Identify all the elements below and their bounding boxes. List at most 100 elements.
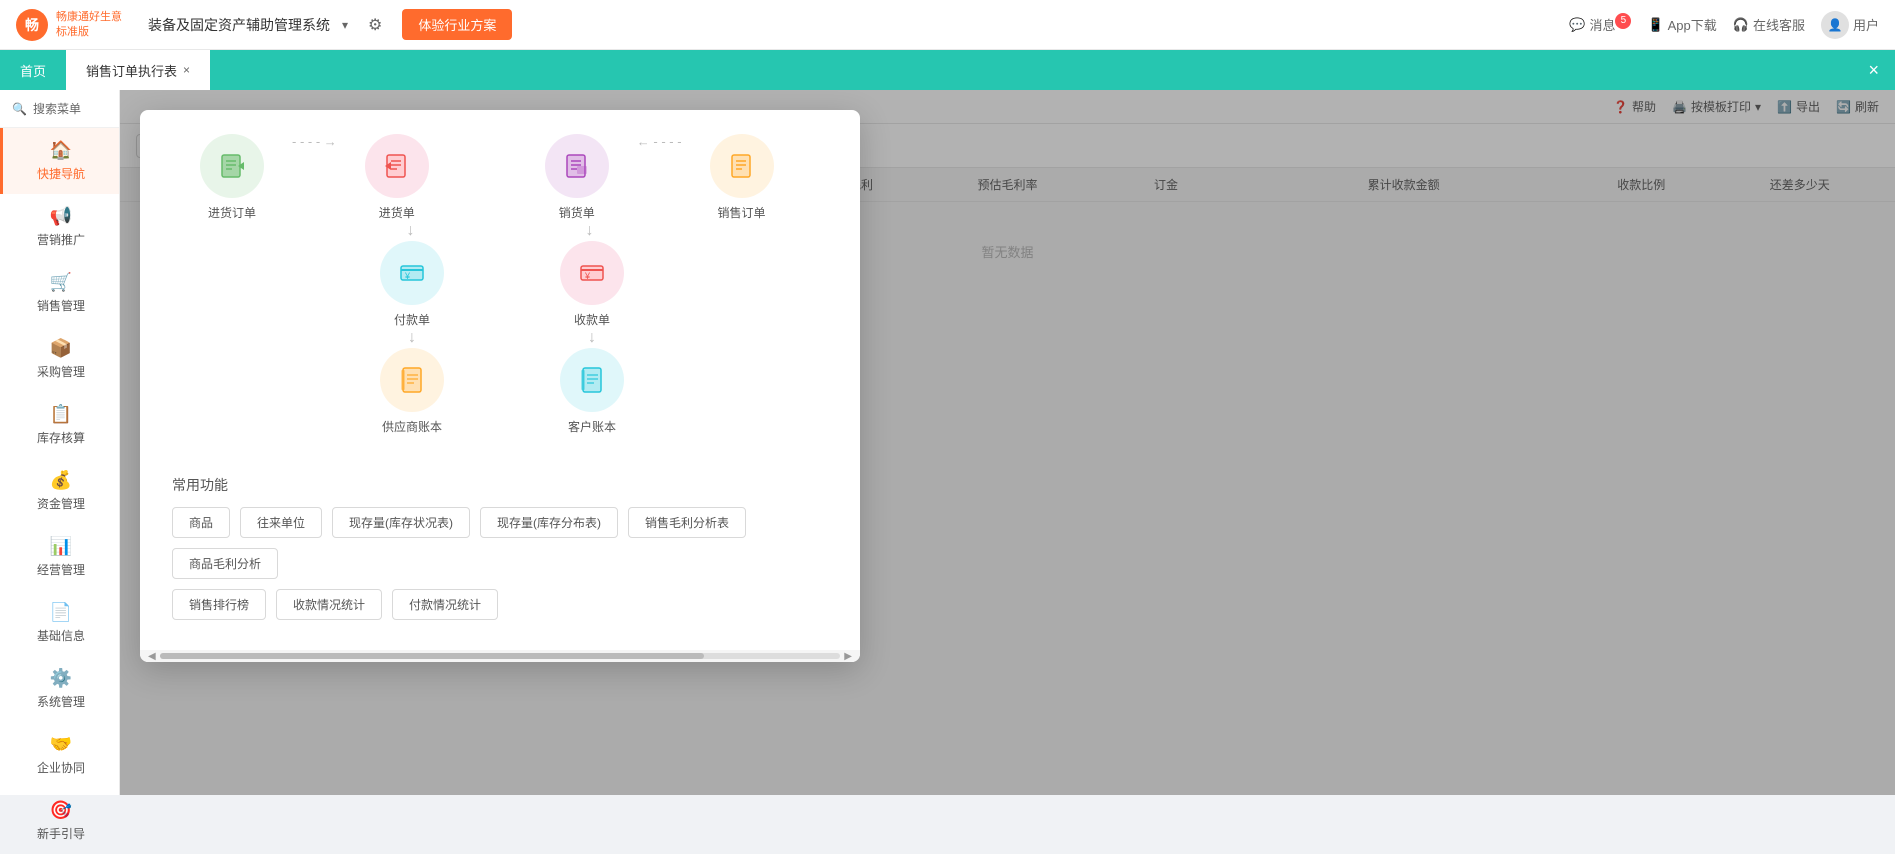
message-badge: 5 xyxy=(1615,13,1631,29)
system-title: 装备及固定资产辅助管理系统 xyxy=(148,15,330,35)
svg-text:¥: ¥ xyxy=(404,271,411,281)
window-close-icon[interactable]: × xyxy=(1868,60,1879,81)
management-icon: 📊 xyxy=(50,536,72,557)
arrow-row-2: ↓ ↓ xyxy=(172,221,828,241)
arrow-down-receipt: ↓ xyxy=(532,330,652,346)
scrollbar-track xyxy=(160,653,841,659)
func-btn-stock-status[interactable]: 现存量(库存状况表) xyxy=(332,507,470,538)
modal-overlay: 进货订单 - - - - → 进货单 xyxy=(120,90,1895,795)
online-service-button[interactable]: 🎧 在线客服 xyxy=(1733,15,1805,34)
supplier-ledger-label: 供应商账本 xyxy=(382,418,442,435)
svg-text:¥: ¥ xyxy=(584,271,591,281)
purchase-order-label: 进货订单 xyxy=(208,204,256,221)
purchase-icon-circle xyxy=(365,134,429,198)
arrow-1: - - - - → xyxy=(292,134,337,173)
sidebar-item-system[interactable]: ⚙️ 系统管理 xyxy=(0,656,119,722)
sidebar-item-marketing[interactable]: 📢 营销推广 xyxy=(0,194,119,260)
purchase-label: 进货单 xyxy=(379,204,415,221)
trial-button[interactable]: 体验行业方案 xyxy=(402,9,512,40)
message-button[interactable]: 💬 消息 5 xyxy=(1569,15,1631,34)
func-btn-product[interactable]: 商品 xyxy=(172,507,230,538)
purchase-icon: 📦 xyxy=(50,338,72,359)
logo-area: 畅 畅康通好生意 标准版 xyxy=(16,9,136,41)
flow-node-sales-order[interactable]: 销售订单 xyxy=(682,134,802,221)
func-btn-sales-rank[interactable]: 销售排行榜 xyxy=(172,589,266,620)
quick-navigation-modal: 进货订单 - - - - → 进货单 xyxy=(140,110,860,662)
sidebar-item-guide[interactable]: 🎯 新手引导 xyxy=(0,788,119,854)
modal-scrollbar[interactable]: ◀ ▶ xyxy=(140,650,860,662)
sidebar-item-inventory[interactable]: 📋 库存核算 xyxy=(0,392,119,458)
logo-icon: 畅 xyxy=(16,9,48,41)
flow-node-supplier-ledger[interactable]: 供应商账本 xyxy=(352,348,472,435)
flow-node-sales[interactable]: 销货单 xyxy=(517,134,637,221)
scroll-left-icon[interactable]: ◀ xyxy=(144,651,160,662)
tab-sales-order[interactable]: 销售订单执行表 × xyxy=(66,50,210,90)
func-btn-receipt-stats[interactable]: 收款情况统计 xyxy=(276,589,382,620)
collaboration-icon: 🤝 xyxy=(50,734,72,755)
marketing-icon: 📢 xyxy=(50,206,72,227)
app-download-button[interactable]: 📱 App下载 xyxy=(1647,15,1716,34)
receipt-icon-circle: ¥ xyxy=(560,241,624,305)
inventory-icon: 📋 xyxy=(50,404,72,425)
supplier-ledger-icon xyxy=(380,348,444,412)
scrollbar-thumb xyxy=(160,653,704,659)
scroll-right-icon[interactable]: ▶ xyxy=(840,651,856,662)
user-menu[interactable]: 👤 用户 xyxy=(1821,11,1879,39)
sales-order-icon-circle xyxy=(710,134,774,198)
customer-ledger-label: 客户账本 xyxy=(568,418,616,435)
avatar: 👤 xyxy=(1821,11,1849,39)
func-buttons-row-2: 销售排行榜 收款情况统计 付款情况统计 xyxy=(172,589,828,620)
sales-label: 销货单 xyxy=(559,204,595,221)
settings-icon[interactable]: ⚙ xyxy=(368,15,382,35)
sidebar-item-collaboration[interactable]: 🤝 企业协同 xyxy=(0,722,119,788)
sidebar: 🔍 搜索菜单 🏠 快捷导航 📢 营销推广 🛒 销售管理 📦 采购管理 📋 库存核… xyxy=(0,90,120,795)
flow-node-purchase-order[interactable]: 进货订单 xyxy=(172,134,292,221)
search-icon: 🔍 xyxy=(12,102,27,116)
flow-row-2: ¥ 付款单 ¥ 收款单 xyxy=(172,241,828,328)
common-functions-title: 常用功能 xyxy=(172,475,828,495)
modal-content: 进货订单 - - - - → 进货单 xyxy=(140,110,860,475)
system-icon: ⚙️ xyxy=(50,668,72,689)
payment-icon-circle: ¥ xyxy=(380,241,444,305)
arrow-down-sales: ↓ xyxy=(530,223,649,239)
sales-icon: 🛒 xyxy=(50,272,72,293)
finance-icon: 💰 xyxy=(50,470,72,491)
sidebar-item-purchase[interactable]: 📦 采购管理 xyxy=(0,326,119,392)
sidebar-item-management[interactable]: 📊 经营管理 xyxy=(0,524,119,590)
sidebar-item-basic-info[interactable]: 📄 基础信息 xyxy=(0,590,119,656)
chevron-down-icon: ▾ xyxy=(342,18,348,32)
headset-icon: 🎧 xyxy=(1733,17,1749,33)
flow-node-payment[interactable]: ¥ 付款单 xyxy=(352,241,472,328)
sidebar-item-home[interactable]: 🏠 快捷导航 xyxy=(0,128,119,194)
home-icon: 🏠 xyxy=(50,140,72,161)
tab-close-icon[interactable]: × xyxy=(183,63,190,77)
purchase-order-icon xyxy=(200,134,264,198)
sales-order-label: 销售订单 xyxy=(718,204,766,221)
tab-bar: 首页 销售订单执行表 × × xyxy=(0,50,1895,90)
flow-node-purchase[interactable]: 进货单 xyxy=(337,134,457,221)
top-bar: 畅 畅康通好生意 标准版 装备及固定资产辅助管理系统 ▾ ⚙ 体验行业方案 💬 … xyxy=(0,0,1895,50)
arrow-down-payment: ↓ xyxy=(352,330,472,346)
flow-node-customer-ledger[interactable]: 客户账本 xyxy=(532,348,652,435)
func-btn-partner[interactable]: 往来单位 xyxy=(240,507,322,538)
flow-node-receipt[interactable]: ¥ 收款单 xyxy=(532,241,652,328)
func-btn-product-margin[interactable]: 商品毛利分析 xyxy=(172,548,278,579)
content-area: ❓ 帮助 🖨️ 按模板打印 ▾ ⬆️ 导出 🔄 刷新 xyxy=(120,90,1895,795)
arrow-down-purchase: ↓ xyxy=(351,223,470,239)
receipt-label: 收款单 xyxy=(574,311,610,328)
message-icon: 💬 xyxy=(1569,17,1585,33)
guide-icon: 🎯 xyxy=(50,800,72,821)
customer-ledger-icon xyxy=(560,348,624,412)
system-dropdown[interactable]: ▾ xyxy=(342,18,348,32)
func-btn-stock-dist[interactable]: 现存量(库存分布表) xyxy=(480,507,618,538)
sidebar-item-sales[interactable]: 🛒 销售管理 xyxy=(0,260,119,326)
tab-home[interactable]: 首页 xyxy=(0,50,66,90)
func-btn-sales-margin[interactable]: 销售毛利分析表 xyxy=(628,507,746,538)
mobile-icon: 📱 xyxy=(1647,17,1663,33)
arrow-row-3: ↓ ↓ xyxy=(172,328,828,348)
func-btn-payment-stats[interactable]: 付款情况统计 xyxy=(392,589,498,620)
sidebar-item-finance[interactable]: 💰 资金管理 xyxy=(0,458,119,524)
arrow-2: ← - - - - xyxy=(637,134,682,173)
sidebar-search[interactable]: 🔍 搜索菜单 xyxy=(0,90,119,128)
flow-row-1: 进货订单 - - - - → 进货单 xyxy=(172,134,828,221)
